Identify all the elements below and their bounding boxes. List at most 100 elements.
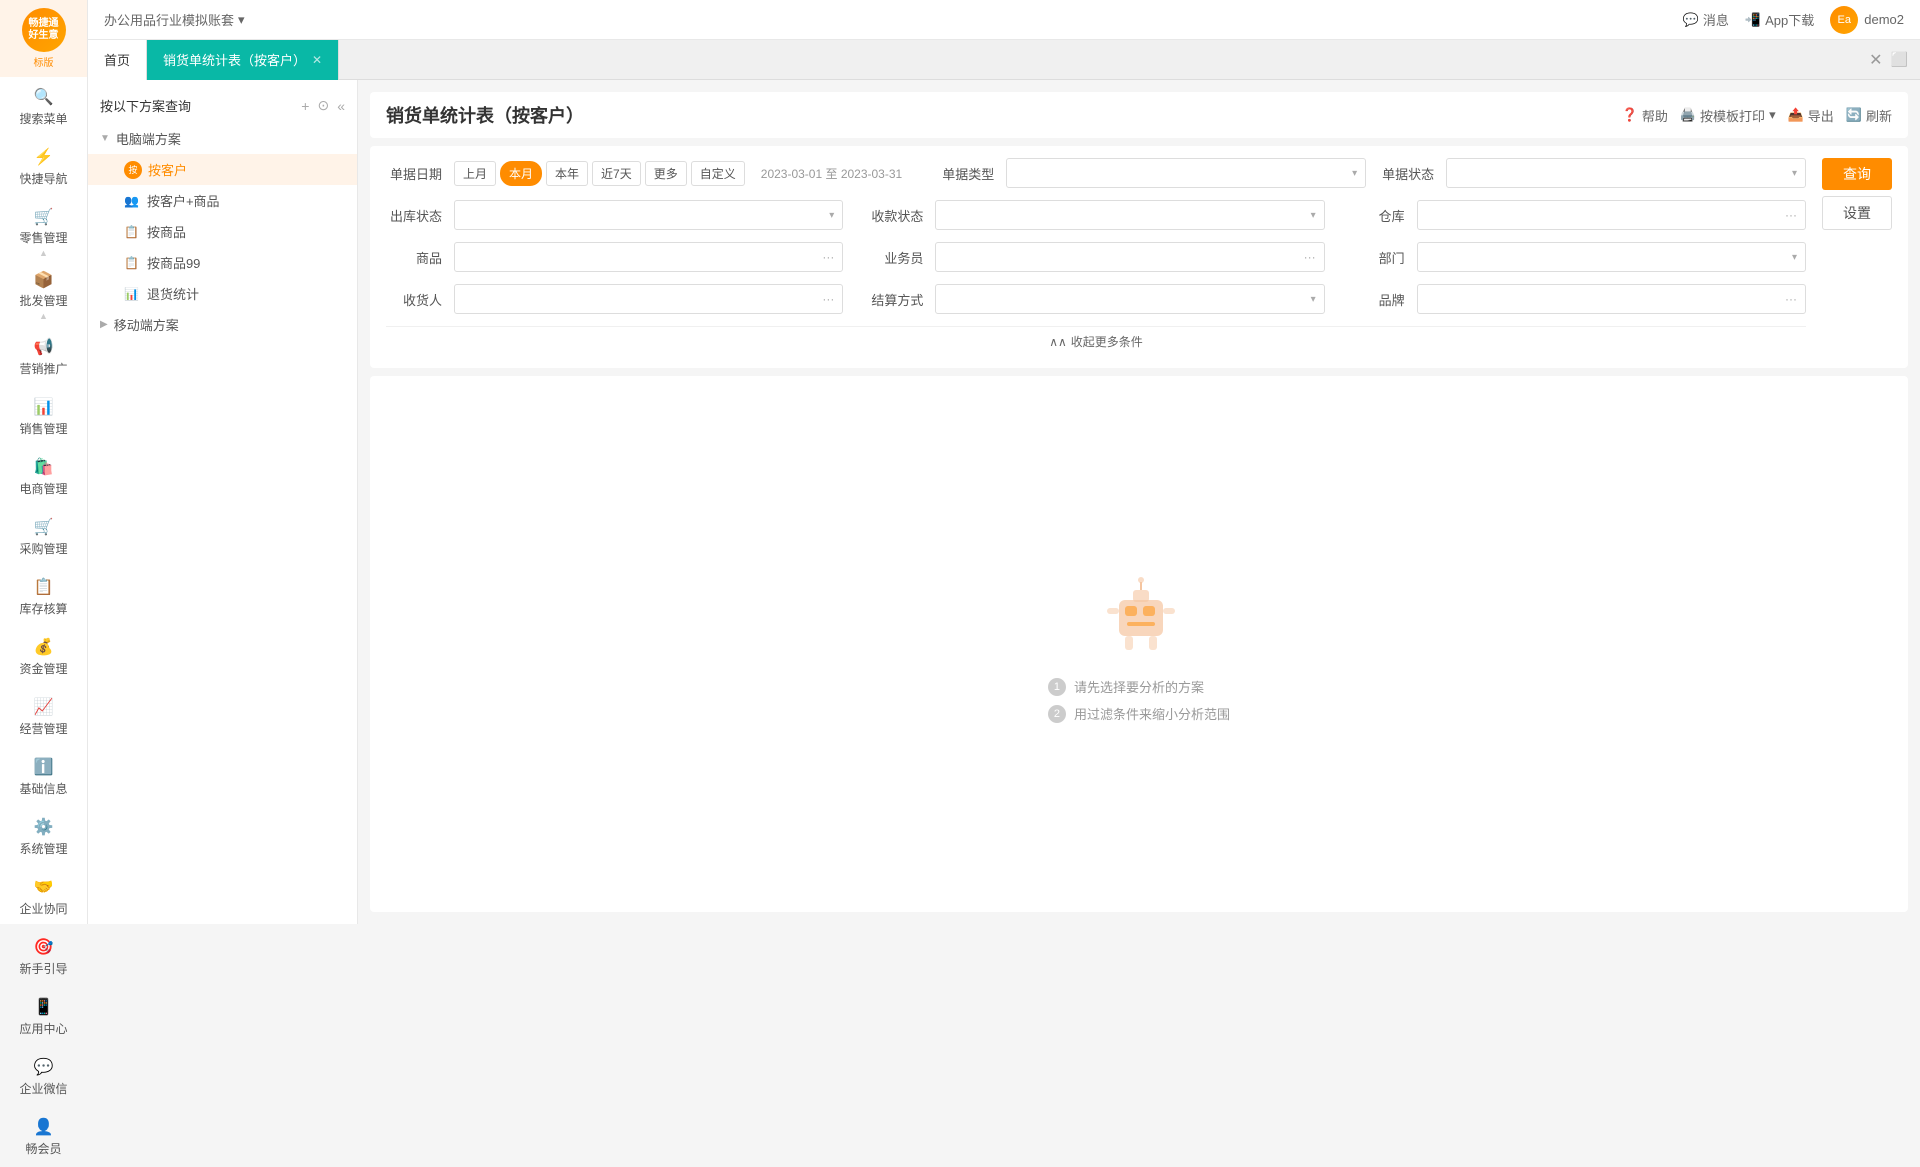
sidebar-item-marketing[interactable]: 📢 营销推广: [0, 327, 87, 387]
title-actions: ❓ 帮助 🖨️ 按模板打印 ▾ 📤 导出 🔄 刷新: [1622, 106, 1892, 125]
date-btn-more[interactable]: 更多: [645, 161, 687, 186]
sidebar-label-retail: 零售管理: [19, 229, 67, 246]
add-scheme-btn[interactable]: +: [301, 98, 309, 114]
ecommerce-icon: 🛍️: [34, 457, 54, 477]
sidebar-item-ecommerce[interactable]: 🛍️ 电商管理: [0, 447, 87, 507]
settings-button[interactable]: 设置: [1822, 196, 1892, 230]
date-btn-last-month[interactable]: 上月: [454, 161, 496, 186]
sidebar-item-app-center[interactable]: 📱 应用中心: [0, 987, 87, 1047]
tab-close-icon[interactable]: ✕: [312, 53, 322, 67]
filter-row-2: 出库状态 ▾ 收款状态 ▾ 仓库: [386, 200, 1806, 230]
refresh-btn[interactable]: 🔄 刷新: [1846, 106, 1892, 125]
receiver-label: 收货人: [386, 290, 442, 309]
receiver-select[interactable]: ···: [454, 284, 843, 314]
tree-mobile-group[interactable]: ▶ 移动端方案: [88, 309, 357, 340]
doc-type-label: 单据类型: [938, 164, 994, 183]
sidebar-item-system[interactable]: ⚙️ 系统管理: [0, 807, 87, 867]
tree-item-by-customer-goods[interactable]: 👥 按客户+商品: [88, 185, 357, 216]
search-menu-icon: 🔍: [34, 87, 54, 107]
brand-select[interactable]: ···: [1417, 284, 1806, 314]
tree-desktop-group[interactable]: ▼ 电脑端方案: [88, 123, 357, 154]
sidebar-item-search-menu[interactable]: 🔍 搜索菜单: [0, 77, 87, 137]
sidebar-item-enterprise[interactable]: 🤝 企业协同: [0, 867, 87, 927]
sidebar-item-new-guide[interactable]: 🎯 新手引导: [0, 927, 87, 987]
logo-text: 畅捷通好生意: [29, 18, 59, 42]
dept-select[interactable]: ▾: [1417, 242, 1806, 272]
tree-item-by-goods-99[interactable]: 📋 按商品99: [88, 247, 357, 278]
quick-nav-icon: ⚡: [34, 147, 54, 167]
settings-scheme-btn[interactable]: ⊙: [317, 97, 329, 114]
doc-type-select[interactable]: ▾: [1006, 158, 1366, 188]
sidebar-item-purchase[interactable]: 🛒 采购管理: [0, 507, 87, 567]
sidebar-label-basic: 基础信息: [19, 780, 67, 797]
export-btn[interactable]: 📤 导出: [1788, 106, 1834, 125]
goods-select[interactable]: ···: [454, 242, 843, 272]
sidebar-label-ecommerce: 电商管理: [19, 480, 67, 497]
date-btn-custom[interactable]: 自定义: [691, 161, 745, 186]
by-goods-99-icon: 📋: [124, 256, 139, 270]
member-icon: 👤: [34, 1117, 54, 1137]
collapse-up-icon: ∧∧: [1049, 335, 1067, 349]
sidebar-item-wechat[interactable]: 💬 企业微信: [0, 1047, 87, 1107]
right-panel: 销货单统计表（按客户） ❓ 帮助 🖨️ 按模板打印 ▾ 📤 导出: [358, 80, 1920, 924]
tab-home[interactable]: 首页: [88, 40, 147, 80]
sales-mgmt-icon: 📊: [34, 397, 54, 417]
sidebar-item-retail-mgmt[interactable]: 🛒 零售管理 ▲: [0, 201, 87, 264]
date-btn-current-year[interactable]: 本年: [546, 161, 588, 186]
tree-item-by-goods[interactable]: 📋 按商品: [88, 216, 357, 247]
content-area: 按以下方案查询 + ⊙ « ▼ 电脑端方案 按 按客户 👥 按: [88, 80, 1920, 924]
staff-select[interactable]: ···: [935, 242, 1324, 272]
template-print-btn[interactable]: 🖨️ 按模板打印 ▾: [1680, 106, 1776, 125]
sidebar-label-wechat: 企业微信: [19, 1080, 67, 1097]
warehouse-select[interactable]: ···: [1417, 200, 1806, 230]
sidebar-item-finance[interactable]: 💰 资金管理: [0, 627, 87, 687]
close-window-icon[interactable]: ✕: [1869, 50, 1882, 70]
header-right: 💬 消息 📲 App下载 Ea demo2: [1683, 6, 1904, 34]
warehouse-dots[interactable]: ···: [1785, 208, 1797, 222]
sidebar-item-operations[interactable]: 📈 经营管理: [0, 687, 87, 747]
collapse-panel-btn[interactable]: «: [337, 98, 345, 114]
user-name: demo2: [1864, 12, 1904, 27]
receiver-dots[interactable]: ···: [822, 292, 834, 306]
tab-sales-stat[interactable]: 销货单统计表（按客户） ✕: [147, 40, 339, 80]
sidebar-item-member[interactable]: 👤 畅会员: [0, 1107, 87, 1167]
settlement-select[interactable]: ▾: [935, 284, 1324, 314]
empty-illustration: [1089, 570, 1189, 660]
tab-home-label: 首页: [104, 50, 130, 69]
doc-status-select[interactable]: ▾: [1446, 158, 1806, 188]
staff-dots[interactable]: ···: [1304, 250, 1316, 264]
filter-row-1: 单据日期 上月 本月 本年 近7天 更多 自定义 2023-03-01 至 20…: [386, 158, 1806, 188]
industry-selector[interactable]: 办公用品行业模拟账套 ▾: [104, 10, 245, 29]
out-status-dropdown-icon: ▾: [829, 210, 834, 221]
query-button[interactable]: 查询: [1822, 158, 1892, 190]
sidebar-item-basic-info[interactable]: ℹ️ 基础信息: [0, 747, 87, 807]
sidebar-item-inventory[interactable]: 📋 库存核算: [0, 567, 87, 627]
out-status-label: 出库状态: [386, 206, 442, 225]
message-btn[interactable]: 💬 消息: [1683, 10, 1729, 29]
settlement-label: 结算方式: [867, 290, 923, 309]
goods-label: 商品: [386, 248, 442, 267]
app-download-btn[interactable]: 📲 App下载: [1745, 10, 1814, 29]
maximize-icon[interactable]: ⬜: [1891, 51, 1908, 68]
page-title-bar: 销货单统计表（按客户） ❓ 帮助 🖨️ 按模板打印 ▾ 📤 导出: [370, 92, 1908, 138]
sidebar-label-operations: 经营管理: [19, 720, 67, 737]
payment-status-select[interactable]: ▾: [935, 200, 1324, 230]
sidebar-label-marketing: 营销推广: [19, 360, 67, 377]
user-profile-btn[interactable]: Ea demo2: [1830, 6, 1904, 34]
doc-status-dropdown-icon: ▾: [1792, 168, 1797, 179]
tree-item-return-stat[interactable]: 📊 退货统计: [88, 278, 357, 309]
out-status-select[interactable]: ▾: [454, 200, 843, 230]
sidebar-item-quick-nav[interactable]: ⚡ 快捷导航: [0, 137, 87, 197]
filter-area: 单据日期 上月 本月 本年 近7天 更多 自定义 2023-03-01 至 20…: [370, 146, 1908, 368]
date-btn-last-7-days[interactable]: 近7天: [592, 161, 641, 186]
date-btn-current-month[interactable]: 本月: [500, 161, 542, 186]
help-btn[interactable]: ❓ 帮助: [1622, 106, 1668, 125]
sidebar-item-sales-mgmt[interactable]: 📊 销售管理: [0, 387, 87, 447]
collapse-btn[interactable]: ∧∧ 收起更多条件: [386, 326, 1806, 356]
export-label: 导出: [1808, 106, 1834, 125]
refresh-icon: 🔄: [1846, 107, 1862, 123]
tree-item-by-customer[interactable]: 按 按客户: [88, 154, 357, 185]
goods-dots[interactable]: ···: [822, 250, 834, 264]
brand-dots[interactable]: ···: [1785, 292, 1797, 306]
sidebar-item-wholesale-mgmt[interactable]: 📦 批发管理 ▲: [0, 264, 87, 327]
